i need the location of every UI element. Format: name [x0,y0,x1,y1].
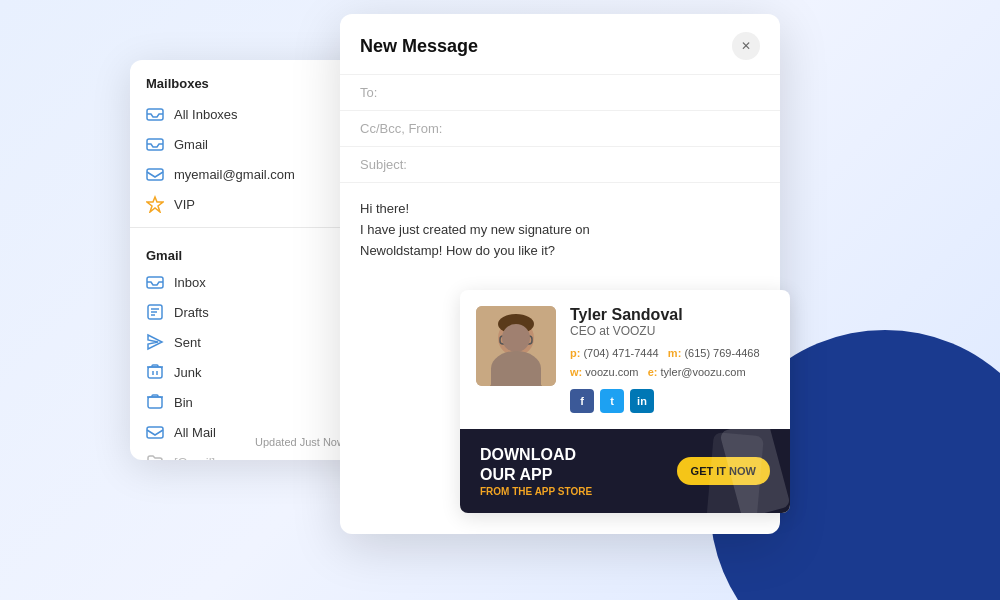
app-download-banner: DOWNLOAD OUR APP FROM THE APP STORE GET … [460,429,790,512]
phone-number: (704) 471-7444 [583,347,658,359]
signature-name: Tyler Sandoval [570,306,774,324]
svg-rect-2 [147,169,163,180]
sidebar-item-label: Sent [174,335,201,350]
compose-cc-label: Cc/Bcc, From: [360,121,442,136]
sidebar-item-label: Gmail [174,137,208,152]
email-address: tyler@voozu.com [661,366,746,378]
email-label: e: [648,366,658,378]
sidebar-item-label: All Inboxes [174,107,238,122]
compose-body-text: Hi there! I have just created my new sig… [360,199,760,261]
sidebar-item-label: Bin [174,395,193,410]
sent-icon [146,333,164,351]
compose-subject-field[interactable]: Subject: [340,147,780,183]
banner-line1-text: DOWNLOAD [480,446,576,463]
svg-point-14 [498,314,534,334]
sidebar-item-label: [Gmail] [174,455,215,461]
signature-contact: p: (704) 471-7444 m: (615) 769-4468 w: v… [570,344,774,381]
facebook-button[interactable]: f [570,389,594,413]
signature-socials: f t in [570,389,774,413]
compose-header: New Message ✕ [340,14,780,75]
compose-subject-label: Subject: [360,157,407,172]
phone-label: p: [570,347,580,359]
sidebar-item-label: Inbox [174,275,206,290]
svg-marker-3 [147,197,163,212]
junk-icon [146,363,164,381]
banner-subtitle: FROM THE APP STORE [480,486,661,497]
linkedin-button[interactable]: in [630,389,654,413]
svg-point-12 [486,371,546,386]
banner-sub-highlight: APP STORE [535,486,592,497]
signature-top: Tyler Sandoval CEO at VOOZU p: (704) 471… [460,290,790,429]
web-url: voozu.com [585,366,638,378]
compose-title: New Message [360,36,478,57]
star-icon [146,195,164,213]
compose-body[interactable]: Hi there! I have just created my new sig… [340,183,780,277]
avatar-image [476,306,556,386]
mobile-number: (615) 769-4468 [684,347,759,359]
svg-rect-6 [148,367,162,378]
folder-icon [146,453,164,460]
svg-rect-15 [500,336,514,344]
compose-to-field[interactable]: To: [340,75,780,111]
sidebar-item-label: Drafts [174,305,209,320]
sidebar-item-label: Junk [174,365,201,380]
myemail-inbox-icon [146,165,164,183]
sidebar-item-label: VIP [174,197,195,212]
web-label: w: [570,366,582,378]
svg-rect-9 [148,397,162,408]
drafts-icon [146,303,164,321]
banner-sub-prefix: FROM THE [480,486,535,497]
compose-to-label: To: [360,85,377,100]
inbox-icon [146,105,164,123]
bin-icon [146,393,164,411]
signature-avatar [476,306,556,386]
signature-card: Tyler Sandoval CEO at VOOZU p: (704) 471… [460,290,790,513]
gmail-inbox-icon [146,135,164,153]
mobile-label: m: [668,347,681,359]
inbox-folder-icon [146,273,164,291]
signature-job-title: CEO at VOOZU [570,324,774,338]
banner-text: DOWNLOAD OUR APP FROM THE APP STORE [480,445,661,496]
sidebar-item-label: myemail@gmail.com [174,167,295,182]
signature-info: Tyler Sandoval CEO at VOOZU p: (704) 471… [570,306,774,413]
banner-title-line1: DOWNLOAD OUR APP [480,445,661,483]
compose-cc-field[interactable]: Cc/Bcc, From: [340,111,780,147]
twitter-button[interactable]: t [600,389,624,413]
banner-line2-text: OUR APP [480,466,552,483]
compose-close-button[interactable]: ✕ [732,32,760,60]
